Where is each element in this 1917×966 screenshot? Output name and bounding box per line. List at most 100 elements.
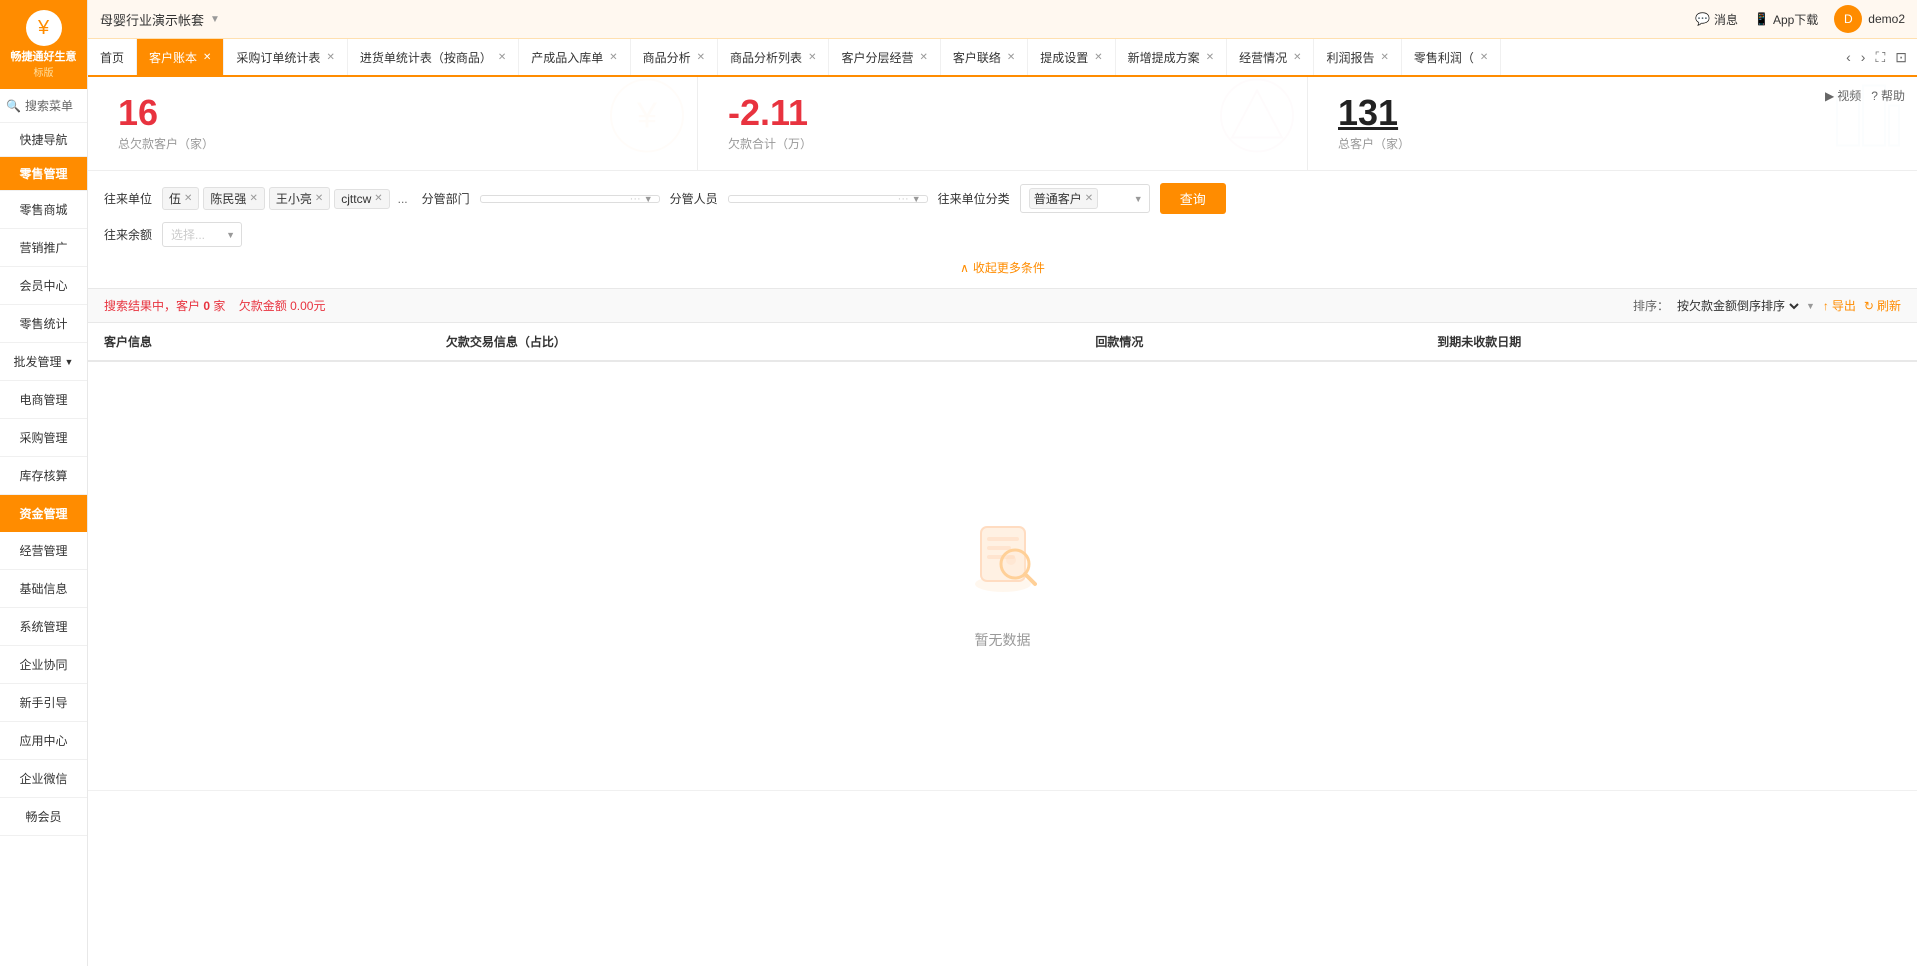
- search-icon: 🔍: [6, 99, 21, 113]
- close-icon[interactable]: ✕: [808, 52, 816, 63]
- sidebar-item-wechat-work[interactable]: 企业微信: [0, 760, 87, 798]
- sidebar-item-newbie-guide[interactable]: 新手引导: [0, 684, 87, 722]
- tab-profit-report[interactable]: 利润报告 ✕: [1314, 39, 1401, 76]
- tab-home[interactable]: 首页: [88, 39, 137, 76]
- close-icon[interactable]: ✕: [326, 52, 334, 63]
- tab-customer-tier[interactable]: 客户分层经营 ✕: [829, 39, 940, 76]
- sidebar-item-member[interactable]: 畅会员: [0, 798, 87, 836]
- tab-purchase-order-stats[interactable]: 采购订单统计表 ✕: [224, 39, 347, 76]
- stat-total-customers: 131 总客户（家） ▶ 视频 ?: [1308, 77, 1917, 170]
- empty-state: 暂无数据: [108, 422, 1897, 730]
- person-select[interactable]: ▼ ···: [728, 195, 928, 203]
- close-icon[interactable]: ✕: [498, 52, 506, 63]
- tab-retail-profit[interactable]: 零售利润（ ✕: [1402, 39, 1501, 76]
- video-btn[interactable]: ▶ 视频: [1825, 87, 1861, 104]
- sidebar-item-capital-mgmt[interactable]: 资金管理: [0, 495, 87, 532]
- sidebar: ¥ 畅捷通好生意 标版 🔍 搜索菜单 快捷导航 零售管理 零售商城 营销推广 会…: [0, 0, 88, 966]
- close-icon[interactable]: ✕: [374, 193, 382, 204]
- nav-expand-icon[interactable]: ⛶: [1871, 47, 1889, 68]
- tab-goods-analysis[interactable]: 商品分析 ✕: [631, 39, 718, 76]
- col-header-overdue-date: 到期未收款日期: [1421, 323, 1917, 361]
- chevron-down-icon: ▼: [912, 194, 921, 204]
- page-content: 16 总欠款客户（家） ¥ -2.11 欠款合计（万）: [88, 77, 1917, 966]
- sidebar-item-basic-info[interactable]: 基础信息: [0, 570, 87, 608]
- close-icon[interactable]: ✕: [1381, 52, 1389, 63]
- tab-goods-stats[interactable]: 进货单统计表（按商品） ✕: [348, 39, 519, 76]
- close-icon[interactable]: ✕: [315, 193, 323, 204]
- sidebar-item-inventory[interactable]: 库存核算: [0, 457, 87, 495]
- user-profile[interactable]: D demo2: [1834, 5, 1905, 33]
- unit-tag-cjttcw[interactable]: cjttcw ✕: [334, 189, 389, 209]
- query-button[interactable]: 查询: [1160, 183, 1226, 214]
- sidebar-item-wholesale[interactable]: 批发管理▼: [0, 343, 87, 381]
- tab-customer-ledger[interactable]: 客户账本 ✕: [137, 39, 224, 76]
- table-header-row: 客户信息 欠款交易信息（占比） 回款情况 到期未收款日期: [88, 323, 1917, 361]
- message-icon: 💬: [1695, 12, 1710, 26]
- close-icon[interactable]: ✕: [203, 52, 211, 63]
- collapse-button[interactable]: ∧ 收起更多条件: [960, 259, 1045, 276]
- tab-customer-contact[interactable]: 客户联络 ✕: [941, 39, 1028, 76]
- sidebar-logo: ¥ 畅捷通好生意 标版: [0, 0, 87, 89]
- tab-goods-analysis-list[interactable]: 商品分析列表 ✕: [718, 39, 829, 76]
- close-icon[interactable]: ✕: [919, 52, 927, 63]
- close-icon[interactable]: ✕: [697, 52, 705, 63]
- close-icon[interactable]: ✕: [1007, 52, 1015, 63]
- messages-btn[interactable]: 💬 消息: [1695, 11, 1738, 28]
- sidebar-item-retail-mall[interactable]: 零售商城: [0, 191, 87, 229]
- dept-select[interactable]: ▼ ···: [480, 195, 660, 203]
- close-icon[interactable]: ✕: [1094, 52, 1102, 63]
- help-btn[interactable]: ? 帮助: [1871, 87, 1905, 104]
- remainder-select[interactable]: 选择...: [162, 222, 242, 247]
- close-icon[interactable]: ✕: [1085, 193, 1093, 204]
- close-icon[interactable]: ✕: [1480, 52, 1488, 63]
- close-icon[interactable]: ✕: [184, 193, 192, 204]
- sidebar-item-retail-stats[interactable]: 零售统计: [0, 305, 87, 343]
- filter-area: 往来单位 伍 ✕ 陈民强 ✕ 王小亮 ✕ cjttcw: [88, 171, 1917, 289]
- tab-commission-settings[interactable]: 提成设置 ✕: [1028, 39, 1115, 76]
- close-icon[interactable]: ✕: [249, 193, 257, 204]
- search-result-bar: 搜索结果中，客户 0 家 欠款金额 0.00元 排序： 按欠款金额倒序排序 ▼ …: [88, 289, 1917, 323]
- sidebar-search[interactable]: 🔍 搜索菜单: [0, 89, 87, 123]
- sidebar-item-purchase[interactable]: 采购管理: [0, 419, 87, 457]
- export-button[interactable]: ↑ 导出: [1823, 297, 1856, 314]
- sidebar-item-marketing[interactable]: 营销推广: [0, 229, 87, 267]
- account-chevron-icon: ▼: [210, 14, 220, 25]
- sidebar-item-system[interactable]: 系统管理: [0, 608, 87, 646]
- category-select[interactable]: 普通客户 ✕ ▼: [1020, 184, 1150, 213]
- stat-value-debt: -2.11: [728, 95, 808, 131]
- category-tag[interactable]: 普通客户 ✕: [1029, 188, 1098, 209]
- sidebar-item-app-center[interactable]: 应用中心: [0, 722, 87, 760]
- sidebar-quick-nav[interactable]: 快捷导航: [0, 123, 87, 157]
- sidebar-item-member-center[interactable]: 会员中心: [0, 267, 87, 305]
- sidebar-item-ecommerce[interactable]: 电商管理: [0, 381, 87, 419]
- sort-select[interactable]: 按欠款金额倒序排序: [1673, 298, 1802, 314]
- close-icon[interactable]: ✕: [609, 52, 617, 63]
- filter-row-1: 往来单位 伍 ✕ 陈民强 ✕ 王小亮 ✕ cjttcw: [104, 183, 1901, 214]
- tab-product-storage[interactable]: 产成品入库单 ✕: [519, 39, 630, 76]
- sidebar-retail-mgmt[interactable]: 零售管理: [0, 157, 87, 191]
- empty-state-cell: 暂无数据: [88, 361, 1917, 791]
- dept-filter-label: 分管部门: [422, 190, 470, 207]
- account-selector[interactable]: 母婴行业演示帐套 ▼: [100, 10, 220, 29]
- search-result-info: 搜索结果中，客户 0 家 欠款金额 0.00元: [104, 297, 325, 314]
- tab-business-status[interactable]: 经营情况 ✕: [1227, 39, 1314, 76]
- sidebar-item-enterprise-collab[interactable]: 企业协同: [0, 646, 87, 684]
- close-icon[interactable]: ✕: [1206, 52, 1214, 63]
- nav-left-arrow[interactable]: ‹: [1842, 47, 1855, 67]
- nav-arrows: ‹ › ⛶ ⊡: [1836, 47, 1917, 68]
- table-body: 暂无数据: [88, 361, 1917, 791]
- search-menu-button[interactable]: 🔍 搜索菜单: [6, 97, 81, 114]
- nav-right-arrow[interactable]: ›: [1857, 47, 1870, 67]
- sidebar-item-operations[interactable]: 经营管理: [0, 532, 87, 570]
- unit-tag-wang[interactable]: 王小亮 ✕: [269, 187, 330, 210]
- unit-tag-wu[interactable]: 伍 ✕: [162, 187, 199, 210]
- app-download-btn[interactable]: 📱 App下载: [1754, 11, 1818, 28]
- sort-selector[interactable]: 排序： 按欠款金额倒序排序 ▼: [1633, 297, 1815, 314]
- refresh-button[interactable]: ↻ 刷新: [1864, 297, 1901, 314]
- chevron-down-icon: ▼: [65, 357, 74, 367]
- unit-tag-chen[interactable]: 陈民强 ✕: [203, 187, 264, 210]
- unit-tag-more[interactable]: ...: [394, 190, 412, 208]
- nav-fullscreen-icon[interactable]: ⊡: [1891, 47, 1911, 68]
- tab-new-commission-plan[interactable]: 新增提成方案 ✕: [1116, 39, 1227, 76]
- close-icon[interactable]: ✕: [1293, 52, 1301, 63]
